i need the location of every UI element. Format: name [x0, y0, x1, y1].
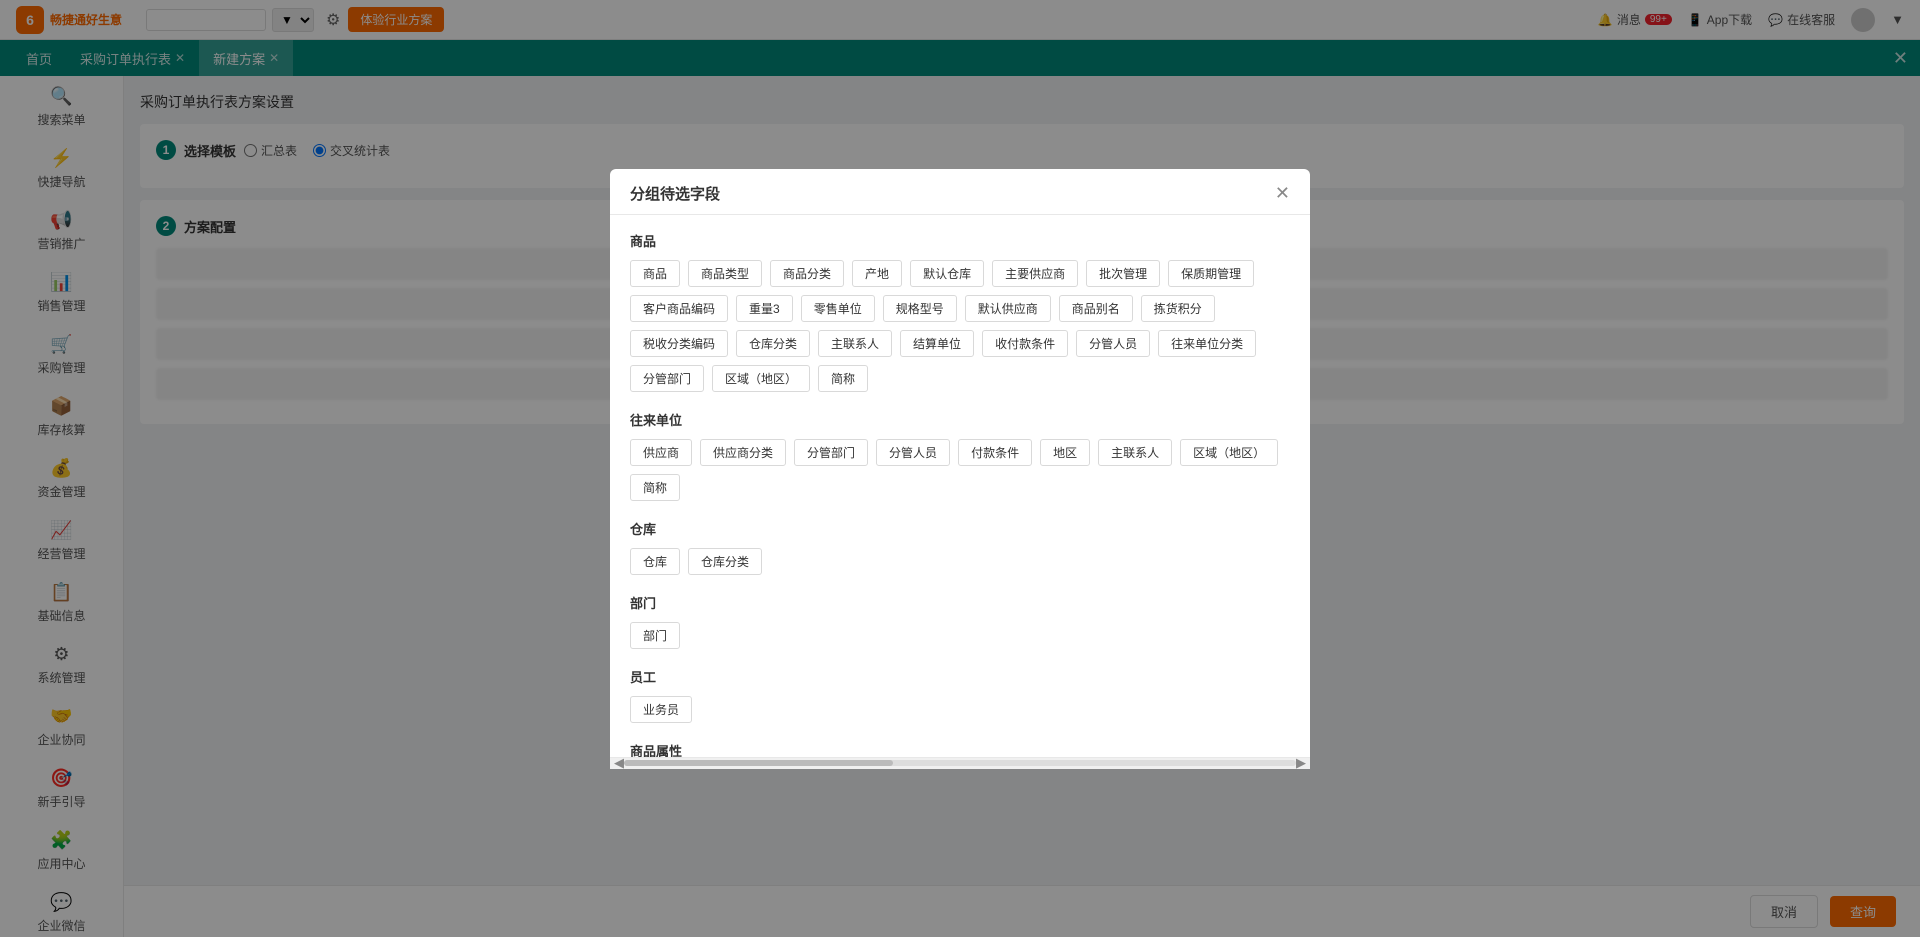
field-tag[interactable]: 重量3 — [736, 295, 793, 322]
modal-close-icon[interactable]: ✕ — [1275, 183, 1290, 204]
scroll-left-icon[interactable]: ◀ — [614, 755, 624, 771]
employee-field-tags: 业务员 — [630, 696, 1290, 723]
field-tag[interactable]: 简称 — [630, 474, 680, 501]
warehouse-field-tags: 仓库 仓库分类 — [630, 548, 1290, 575]
field-tag[interactable]: 分管部门 — [630, 365, 704, 392]
dept-section-title: 部门 — [630, 593, 1290, 612]
field-tag[interactable]: 区域（地区） — [712, 365, 810, 392]
field-tag[interactable]: 客户商品编码 — [630, 295, 728, 322]
field-tag[interactable]: 批次管理 — [1086, 260, 1160, 287]
partner-field-tags: 供应商 供应商分类 分管部门 分管人员 付款条件 地区 主联系人 区域（地区） … — [630, 439, 1290, 501]
field-tag[interactable]: 分管部门 — [794, 439, 868, 466]
field-group-product-attr: 商品属性 属性 颜色 多规格 尺码 鞋码 1 — [630, 741, 1290, 757]
field-tag[interactable]: 主联系人 — [818, 330, 892, 357]
field-tag[interactable]: 商品类型 — [688, 260, 762, 287]
field-tag[interactable]: 简称 — [818, 365, 868, 392]
field-tag[interactable]: 付款条件 — [958, 439, 1032, 466]
field-group-warehouse: 仓库 仓库 仓库分类 — [630, 519, 1290, 575]
field-tag[interactable]: 商品分类 — [770, 260, 844, 287]
field-group-product: 商品 商品 商品类型 商品分类 产地 默认仓库 主要供应商 批次管理 保质期管理… — [630, 231, 1290, 392]
field-tag[interactable]: 供应商 — [630, 439, 692, 466]
field-tag[interactable]: 收付款条件 — [982, 330, 1068, 357]
product-attr-section-title: 商品属性 — [630, 741, 1290, 757]
field-tag[interactable]: 税收分类编码 — [630, 330, 728, 357]
field-tag[interactable]: 商品 — [630, 260, 680, 287]
scroll-thumb — [624, 760, 893, 766]
field-tag[interactable]: 仓库分类 — [736, 330, 810, 357]
field-tag[interactable]: 主联系人 — [1098, 439, 1172, 466]
field-tag[interactable]: 产地 — [852, 260, 902, 287]
product-section-title: 商品 — [630, 231, 1290, 250]
field-tag[interactable]: 保质期管理 — [1168, 260, 1254, 287]
field-tag[interactable]: 规格型号 — [883, 295, 957, 322]
field-tag[interactable]: 零售单位 — [801, 295, 875, 322]
field-tag[interactable]: 分管人员 — [876, 439, 950, 466]
modal-header: 分组待选字段 ✕ — [610, 169, 1310, 215]
modal-body: 商品 商品 商品类型 商品分类 产地 默认仓库 主要供应商 批次管理 保质期管理… — [610, 215, 1310, 757]
field-tag[interactable]: 业务员 — [630, 696, 692, 723]
field-tag[interactable]: 区域（地区） — [1180, 439, 1278, 466]
field-tag[interactable]: 默认供应商 — [965, 295, 1051, 322]
field-tag[interactable]: 地区 — [1040, 439, 1090, 466]
field-tag[interactable]: 默认仓库 — [910, 260, 984, 287]
field-group-partner: 往来单位 供应商 供应商分类 分管部门 分管人员 付款条件 地区 主联系人 区域… — [630, 410, 1290, 501]
field-tag[interactable]: 拣货积分 — [1141, 295, 1215, 322]
product-field-tags: 商品 商品类型 商品分类 产地 默认仓库 主要供应商 批次管理 保质期管理 客户… — [630, 260, 1290, 392]
field-tag[interactable]: 结算单位 — [900, 330, 974, 357]
modal-overlay[interactable]: 分组待选字段 ✕ 商品 商品 商品类型 商品分类 产地 默认仓库 主要供应商 批… — [0, 0, 1920, 937]
field-tag[interactable]: 商品别名 — [1059, 295, 1133, 322]
field-group-dept: 部门 部门 — [630, 593, 1290, 649]
field-tag[interactable]: 往来单位分类 — [1158, 330, 1256, 357]
modal-title: 分组待选字段 — [630, 183, 720, 204]
warehouse-section-title: 仓库 — [630, 519, 1290, 538]
field-tag[interactable]: 仓库 — [630, 548, 680, 575]
scroll-track — [624, 760, 1296, 766]
field-tag[interactable]: 供应商分类 — [700, 439, 786, 466]
field-tag[interactable]: 主要供应商 — [992, 260, 1078, 287]
field-tag[interactable]: 仓库分类 — [688, 548, 762, 575]
partner-section-title: 往来单位 — [630, 410, 1290, 429]
scroll-right-icon[interactable]: ▶ — [1296, 755, 1306, 771]
employee-section-title: 员工 — [630, 667, 1290, 686]
field-group-employee: 员工 业务员 — [630, 667, 1290, 723]
field-tag[interactable]: 部门 — [630, 622, 680, 649]
field-tag[interactable]: 分管人员 — [1076, 330, 1150, 357]
dept-field-tags: 部门 — [630, 622, 1290, 649]
modal-horizontal-scrollbar[interactable]: ◀ ▶ — [610, 757, 1310, 769]
field-select-modal: 分组待选字段 ✕ 商品 商品 商品类型 商品分类 产地 默认仓库 主要供应商 批… — [610, 169, 1310, 769]
